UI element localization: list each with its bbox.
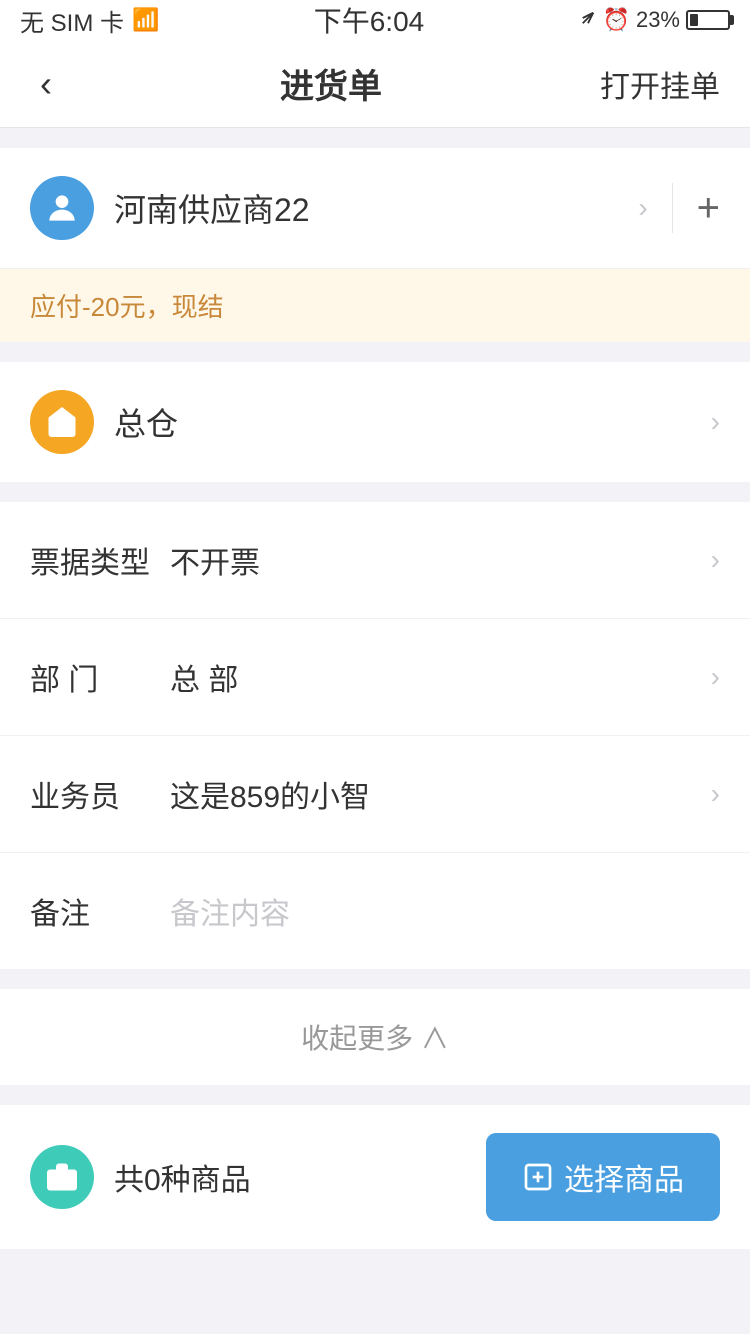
- status-time: 下午6:04: [314, 0, 425, 40]
- invoice-type-row[interactable]: 票据类型 不开票 ›: [0, 502, 750, 619]
- wifi-icon: 📶: [132, 7, 159, 33]
- page-title: 进货单: [280, 59, 382, 108]
- location-icon: [579, 7, 597, 33]
- carrier-text: 无 SIM 卡: [20, 3, 124, 38]
- product-count-icon: [30, 1145, 94, 1209]
- notice-banner: 应付-20元，现结: [0, 269, 750, 342]
- salesperson-value: 这是859的小智: [170, 772, 711, 816]
- supplier-name: 河南供应商22: [114, 185, 638, 231]
- remark-label: 备注: [30, 889, 150, 933]
- invoice-type-value: 不开票: [170, 538, 711, 582]
- salesperson-label: 业务员: [30, 772, 150, 816]
- product-count-text: 共0种商品: [114, 1155, 486, 1199]
- department-row[interactable]: 部 门 总 部 ›: [0, 619, 750, 736]
- status-left: 无 SIM 卡 📶: [20, 3, 159, 38]
- department-value: 总 部: [170, 655, 711, 699]
- alarm-icon: ⏰: [603, 7, 630, 33]
- status-right: ⏰ 23%: [579, 7, 730, 33]
- select-product-button[interactable]: 选择商品: [486, 1133, 720, 1221]
- invoice-type-label: 票据类型: [30, 538, 150, 582]
- warehouse-chevron-icon: ›: [711, 406, 720, 438]
- section-gap-1: [0, 128, 750, 148]
- warehouse-name: 总仓: [114, 399, 711, 445]
- form-section: 票据类型 不开票 › 部 门 总 部 › 业务员 这是859的小智 › 备注 备…: [0, 502, 750, 969]
- status-bar: 无 SIM 卡 📶 下午6:04 ⏰ 23%: [0, 0, 750, 40]
- open-pending-button[interactable]: 打开挂单: [600, 62, 720, 106]
- add-supplier-button[interactable]: +: [697, 188, 720, 228]
- salesperson-chevron-icon: ›: [711, 778, 720, 810]
- department-label: 部 门: [30, 655, 150, 699]
- battery-text: 23%: [636, 7, 680, 33]
- supplier-avatar: [30, 176, 94, 240]
- warehouse-icon: [30, 390, 94, 454]
- nav-bar: ‹ 进货单 打开挂单: [0, 40, 750, 128]
- select-product-icon: [522, 1161, 554, 1193]
- back-button[interactable]: ‹: [30, 53, 62, 115]
- salesperson-row[interactable]: 业务员 这是859的小智 ›: [0, 736, 750, 853]
- invoice-type-chevron-icon: ›: [711, 544, 720, 576]
- warehouse-row[interactable]: 总仓 ›: [0, 362, 750, 482]
- collapse-label: 收起更多 ∧: [301, 1017, 449, 1057]
- remark-row[interactable]: 备注 备注内容: [0, 853, 750, 969]
- supplier-chevron-icon: ›: [638, 192, 647, 224]
- select-product-label: 选择商品: [564, 1155, 684, 1199]
- supplier-divider: [672, 183, 673, 233]
- battery-icon: [686, 10, 730, 30]
- bottom-bar: 共0种商品 选择商品: [0, 1105, 750, 1249]
- collapse-row[interactable]: 收起更多 ∧: [0, 989, 750, 1085]
- supplier-section: 河南供应商22 › + 应付-20元，现结: [0, 148, 750, 342]
- remark-placeholder: 备注内容: [170, 889, 720, 933]
- department-chevron-icon: ›: [711, 661, 720, 693]
- supplier-row[interactable]: 河南供应商22 › +: [0, 148, 750, 269]
